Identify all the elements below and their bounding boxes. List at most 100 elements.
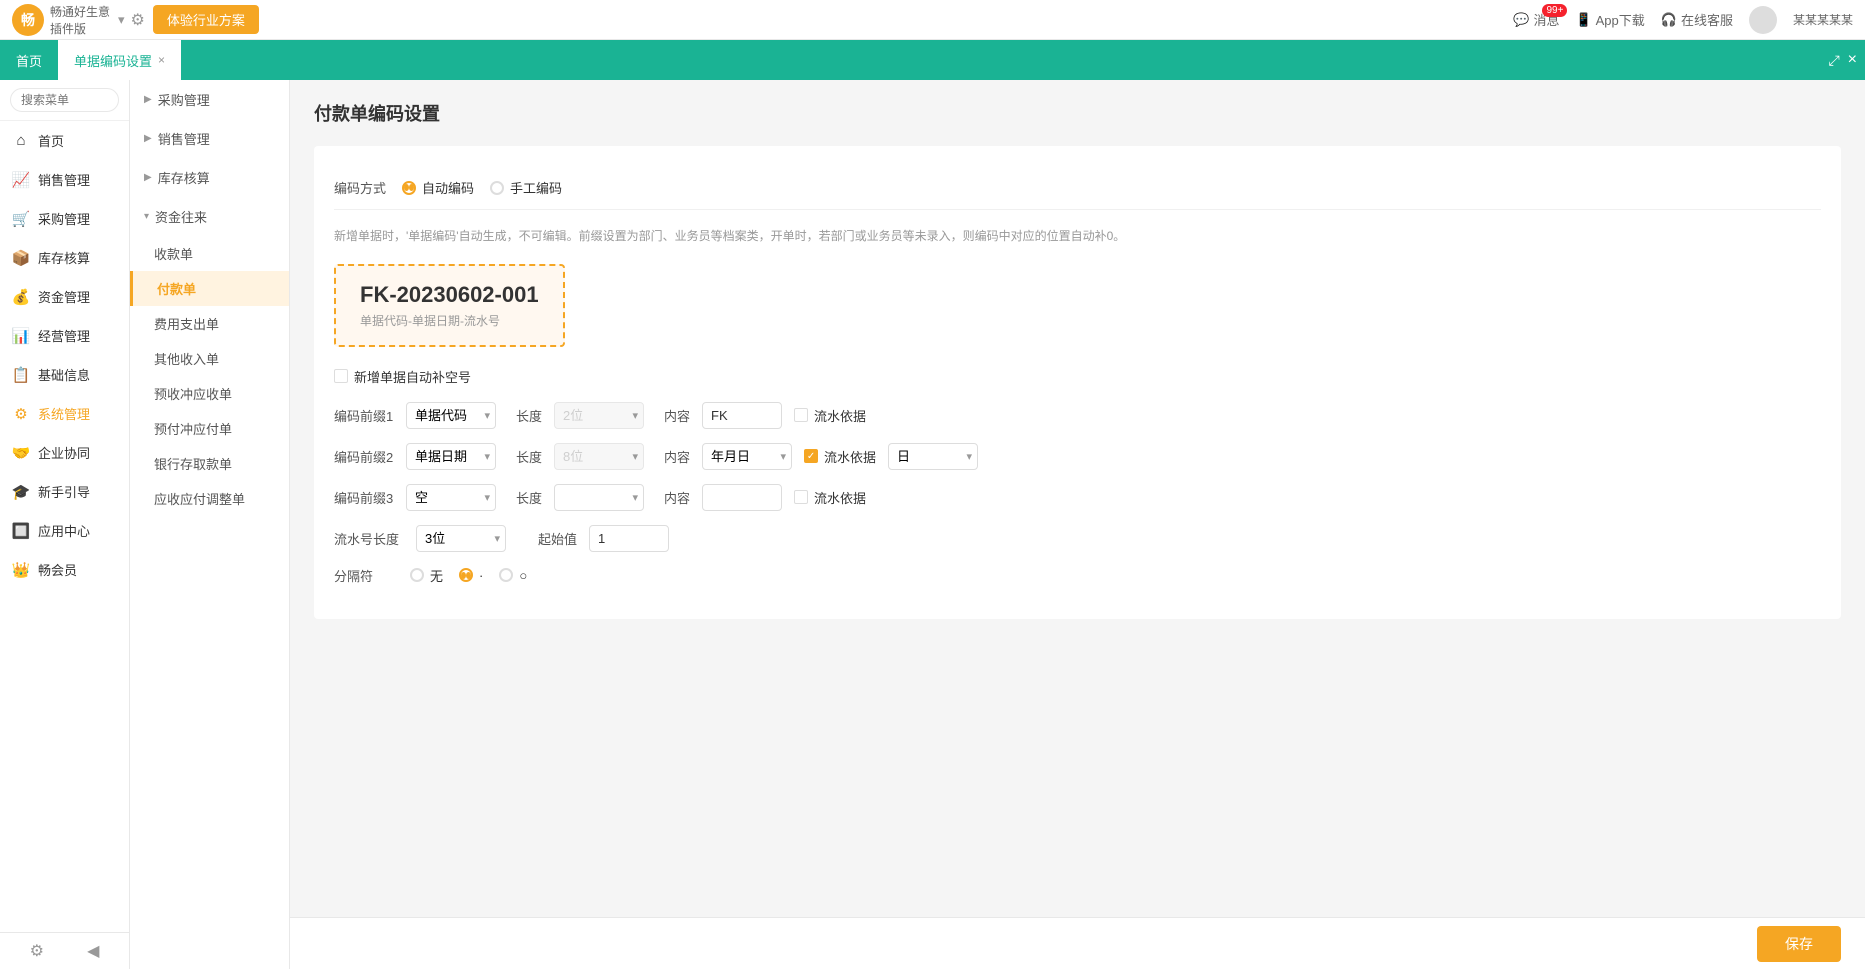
sidebar-item-apps[interactable]: 🔲 应用中心 — [0, 511, 129, 550]
period-select-wrap[interactable]: 日 — [888, 443, 978, 470]
sep-dot-circle — [459, 568, 473, 582]
prefix3-select[interactable]: 空 — [406, 484, 496, 511]
content3-input[interactable] — [702, 484, 782, 511]
sidebar-item-basic[interactable]: 📋 基础信息 — [0, 355, 129, 394]
length3-select[interactable] — [554, 484, 644, 511]
submenu-item-receipt[interactable]: 收款单 — [130, 236, 289, 271]
operations-icon: 📊 — [12, 327, 30, 345]
submenu-group-purchase-title[interactable]: ▶ 采购管理 — [130, 80, 289, 119]
sidebar-item-inventory[interactable]: 📦 库存核算 — [0, 238, 129, 277]
prefix1-label: 编码前缀1 — [334, 406, 394, 425]
prefix1-select[interactable]: 单据代码 — [406, 402, 496, 429]
submenu-item-adjustment[interactable]: 应收应付调整单 — [130, 481, 289, 516]
sidebar-collapse-btn[interactable]: ◀ — [87, 941, 99, 961]
sep-none-radio[interactable]: 无 — [410, 566, 443, 585]
sidebar-item-sales[interactable]: 📈 销售管理 — [0, 160, 129, 199]
auto-encode-circle — [402, 181, 416, 195]
submenu-group-sales-title[interactable]: ▶ 销售管理 — [130, 119, 289, 158]
save-button[interactable]: 保存 — [1757, 926, 1841, 962]
sidebar-label-sales: 销售管理 — [38, 170, 90, 189]
tab-home[interactable]: 首页 — [0, 40, 58, 80]
period-select[interactable]: 日 — [888, 443, 978, 470]
purchase-icon: 🛒 — [12, 210, 30, 228]
prefix2-select-wrap[interactable]: 单据日期 — [406, 443, 496, 470]
user-avatar[interactable] — [1749, 6, 1777, 34]
fullscreen-button[interactable]: ⤢ — [1828, 52, 1839, 69]
submenu-item-advance-payment[interactable]: 预付冲应付单 — [130, 411, 289, 446]
content1-input[interactable] — [702, 402, 782, 429]
app-download-item[interactable]: 📱 App下载 — [1575, 10, 1644, 29]
sep-dot-radio[interactable]: · — [459, 568, 483, 583]
enterprise-icon: 🤝 — [12, 444, 30, 462]
auto-fill-checkbox[interactable] — [334, 369, 348, 383]
tab-encoding-settings[interactable]: 单据编码设置 × — [58, 40, 181, 80]
tab-close-icon[interactable]: × — [158, 53, 165, 67]
auto-fill-label: 新增单据自动补空号 — [354, 367, 471, 386]
manual-encode-radio[interactable]: 手工编码 — [490, 178, 562, 197]
prefix1-select-wrap[interactable]: 单据代码 — [406, 402, 496, 429]
auto-encode-radio[interactable]: 自动编码 — [402, 178, 474, 197]
encoding-radio-group: 自动编码 手工编码 — [402, 178, 562, 197]
info-text: 新增单据时，'单据编码'自动生成，不可编辑。前缀设置为部门、业务员等档案类，开单… — [334, 226, 1821, 248]
nav-dropdown-icon[interactable]: ▾ — [118, 12, 125, 28]
online-service-item[interactable]: 🎧 在线客服 — [1661, 10, 1733, 29]
sidebar-item-member[interactable]: 👑 畅会员 — [0, 550, 129, 589]
sep-circle-radio[interactable]: ○ — [499, 568, 527, 583]
serial1-checkbox-item[interactable]: 流水依据 — [794, 406, 866, 425]
topbar-nav: ▾ ⚙ — [118, 10, 145, 30]
serial3-checkbox[interactable] — [794, 490, 808, 504]
guide-icon: 🎓 — [12, 483, 30, 501]
length3-select-wrap[interactable] — [554, 484, 644, 511]
code-preview-main: FK-20230602-001 — [360, 282, 539, 308]
start-value-input[interactable] — [589, 525, 669, 552]
search-input[interactable] — [10, 88, 119, 112]
sidebar-label-purchase: 采购管理 — [38, 209, 90, 228]
submenu-item-payment[interactable]: 付款单 — [130, 271, 289, 306]
submenu-item-bank-deposit[interactable]: 银行存取款单 — [130, 446, 289, 481]
sidebar-item-home[interactable]: ⌂ 首页 — [0, 121, 129, 160]
submenu-group-finance-title[interactable]: ▾ 资金往来 — [130, 197, 289, 236]
submenu-group-inventory-title[interactable]: ▶ 库存核算 — [130, 158, 289, 197]
submenu-item-advance-receipt[interactable]: 预收冲应收单 — [130, 376, 289, 411]
experience-button[interactable]: 体验行业方案 — [153, 5, 259, 34]
sidebar-item-system[interactable]: ⚙ 系统管理 — [0, 394, 129, 433]
start-value-label: 起始值 — [538, 529, 577, 548]
length1-label: 长度 — [516, 406, 542, 425]
close-window-button[interactable]: × — [1848, 51, 1857, 69]
submenu-item-expense[interactable]: 费用支出单 — [130, 306, 289, 341]
sidebar-item-operations[interactable]: 📊 经营管理 — [0, 316, 129, 355]
prefix3-select-wrap[interactable]: 空 — [406, 484, 496, 511]
tab-encoding-label: 单据编码设置 — [74, 51, 152, 70]
content2-select-wrap[interactable]: 年月日 — [702, 443, 792, 470]
submenu: ▶ 采购管理 ▶ 销售管理 ▶ 库存核算 ▾ 资金往来 收款单 付款单 费用支出… — [130, 80, 290, 969]
serial1-label: 流水依据 — [814, 406, 866, 425]
length3-label: 长度 — [516, 488, 542, 507]
sep-circle-label: ○ — [519, 568, 527, 583]
sidebar-label-inventory: 库存核算 — [38, 248, 90, 267]
submenu-item-other-income[interactable]: 其他收入单 — [130, 341, 289, 376]
prefix2-select[interactable]: 单据日期 — [406, 443, 496, 470]
content1-label: 内容 — [664, 406, 690, 425]
sidebar-item-finance[interactable]: 💰 资金管理 — [0, 277, 129, 316]
encoding-method-label: 编码方式 — [334, 178, 386, 197]
serial2-checkbox-item[interactable]: ✓ 流水依据 — [804, 447, 876, 466]
serial-length-select[interactable]: 3位 — [416, 525, 506, 552]
messages-item[interactable]: 💬 消息 99+ — [1513, 10, 1559, 29]
sidebar-item-enterprise[interactable]: 🤝 企业协同 — [0, 433, 129, 472]
serial1-checkbox[interactable] — [794, 408, 808, 422]
content2-select[interactable]: 年月日 — [702, 443, 792, 470]
serial3-checkbox-item[interactable]: 流水依据 — [794, 488, 866, 507]
serial-length-select-wrap[interactable]: 3位 — [416, 525, 506, 552]
submenu-group-sales: ▶ 销售管理 — [130, 119, 289, 158]
messages-badge: 99+ — [1542, 4, 1567, 17]
app-logo: 畅 畅通好生意 插件版 — [12, 3, 110, 37]
logo-text: 畅通好生意 插件版 — [50, 3, 110, 37]
serial2-checkbox[interactable]: ✓ — [804, 449, 818, 463]
sidebar-item-purchase[interactable]: 🛒 采购管理 — [0, 199, 129, 238]
prefix-row-2: 编码前缀2 单据日期 长度 8位 内容 — [334, 443, 1821, 470]
sidebar-item-guide[interactable]: 🎓 新手引导 — [0, 472, 129, 511]
settings-icon[interactable]: ⚙ — [131, 10, 145, 30]
sep-none-label: 无 — [430, 566, 443, 585]
sidebar-settings-btn[interactable]: ⚙ — [30, 941, 44, 961]
logo-icon: 畅 — [12, 4, 44, 36]
